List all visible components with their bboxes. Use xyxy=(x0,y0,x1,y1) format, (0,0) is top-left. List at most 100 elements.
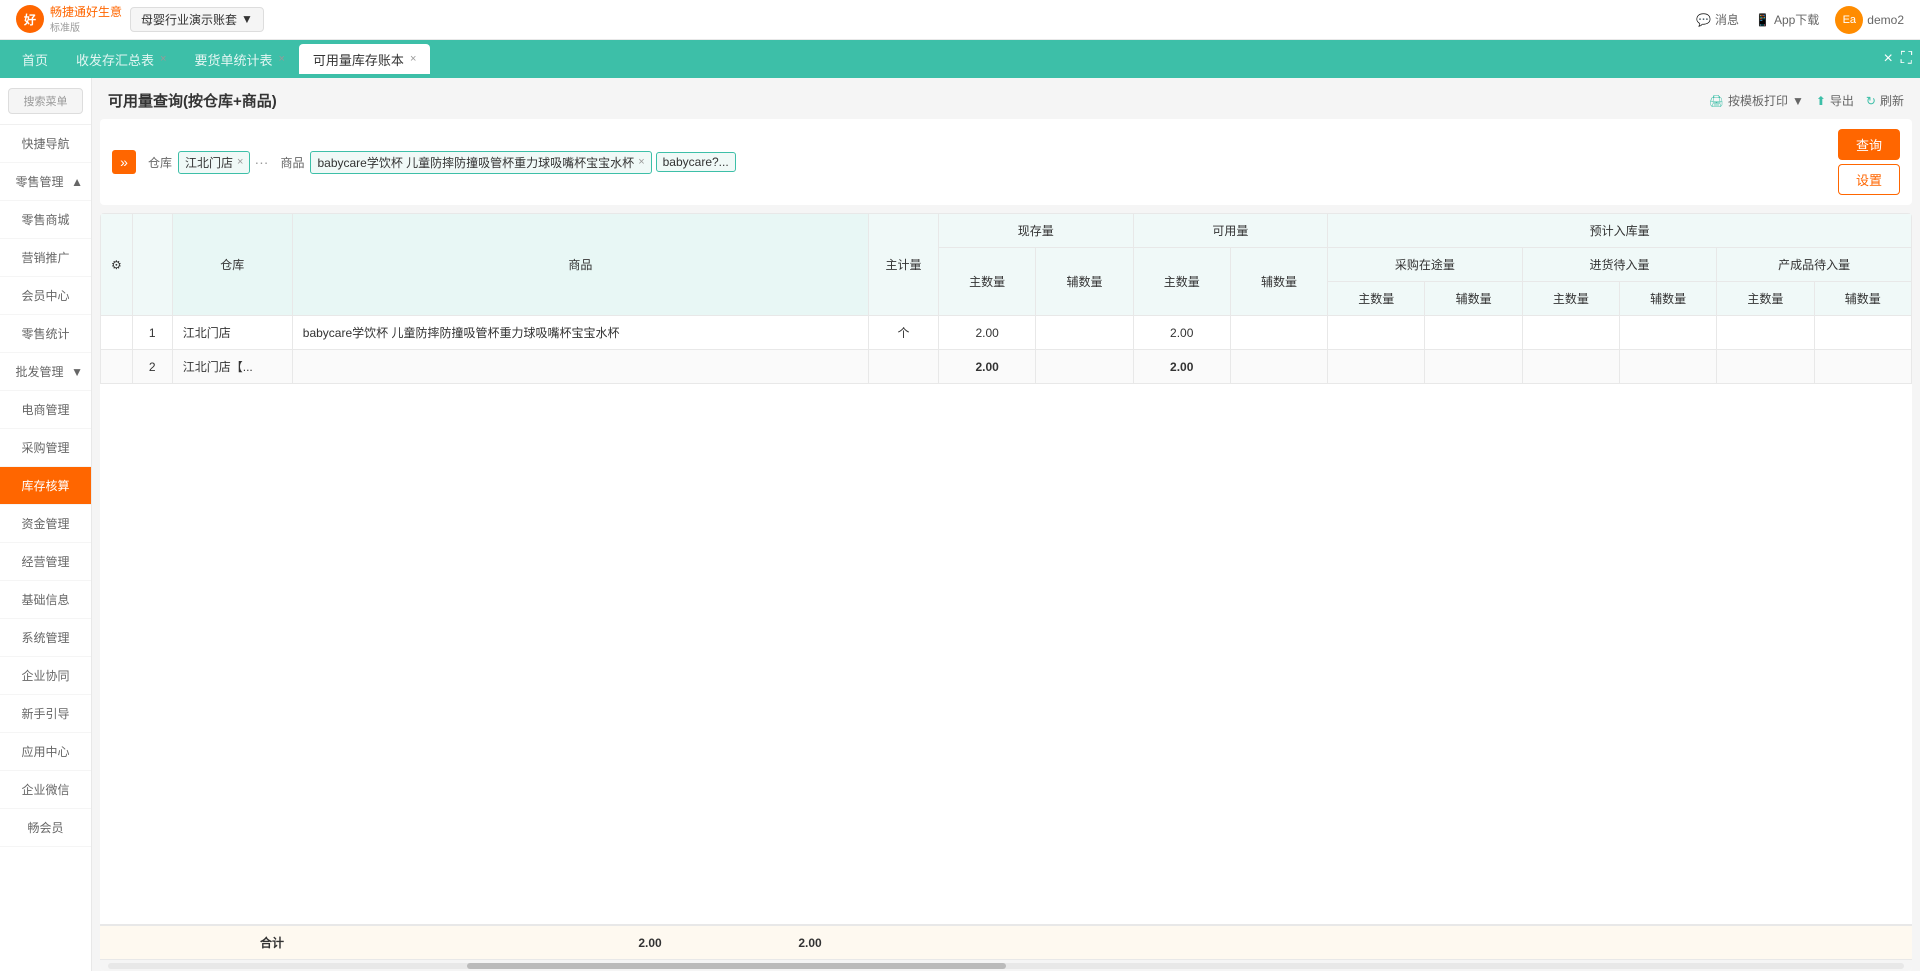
sidebar-quicknav-label: 快捷导航 xyxy=(21,137,69,151)
print-dropdown-icon: ▼ xyxy=(1792,94,1804,108)
sidebar-item-enterprise-coop[interactable]: 企业协同 xyxy=(0,657,91,695)
tab-order-stats[interactable]: 要货单统计表 × xyxy=(180,44,298,74)
sidebar-new-guide-label: 新手引导 xyxy=(21,707,69,721)
sidebar-item-retail-stats[interactable]: 零售统计 xyxy=(0,315,91,353)
top-bar-right: 💬 消息 📱 App下载 Ea demo2 xyxy=(1696,6,1904,34)
sidebar-item-operations[interactable]: 经营管理 xyxy=(0,543,91,581)
message-btn[interactable]: 💬 消息 xyxy=(1696,11,1739,28)
cell-product: babycare学饮杯 儿童防摔防撞吸管杯重力球吸嘴杯宝宝水杯 xyxy=(292,316,868,350)
message-label: 消息 xyxy=(1715,11,1739,28)
logo-text-group: 畅捷通好生意 标准版 xyxy=(50,5,122,34)
sidebar-member-center-label: 会员中心 xyxy=(21,289,69,303)
sidebar-inventory-label: 库存核算 xyxy=(21,479,69,493)
print-label: 按模板打印 xyxy=(1728,92,1788,109)
cell-rowno: 2 xyxy=(132,350,172,384)
main-layout: 搜索菜单 快捷导航 零售管理 ▲ 零售商城 营销推广 会员中心 零售统计 批发管… xyxy=(0,78,1920,971)
th-purchase-main: 主数量 xyxy=(1328,282,1425,316)
cell-rowno: 1 xyxy=(132,316,172,350)
warehouse-tag-jiangbei-close[interactable]: × xyxy=(237,156,243,168)
th-gear[interactable]: ⚙ xyxy=(101,214,133,316)
warehouse-filter-more[interactable]: ··· xyxy=(254,154,268,170)
scrollbar-thumb[interactable] xyxy=(467,963,1006,969)
cell-product xyxy=(292,350,868,384)
scrollbar-area xyxy=(100,959,1912,971)
query-btn[interactable]: 查询 xyxy=(1838,129,1900,160)
settings-btn[interactable]: 设置 xyxy=(1838,164,1900,195)
sidebar-enterprise-wechat-label: 企业微信 xyxy=(21,783,69,797)
filter-expand-btn[interactable]: » xyxy=(112,150,136,174)
tab-available-stock-close[interactable]: × xyxy=(410,53,416,65)
tab-receipt-summary-close[interactable]: × xyxy=(160,53,166,65)
sidebar-item-member-center[interactable]: 会员中心 xyxy=(0,277,91,315)
tab-home[interactable]: 首页 xyxy=(8,44,62,74)
sidebar-item-marketing[interactable]: 营销推广 xyxy=(0,239,91,277)
user-name: demo2 xyxy=(1867,13,1904,27)
tab-available-stock[interactable]: 可用量库存账本 × xyxy=(299,44,430,74)
window-maximize-icon[interactable]: ⛶ xyxy=(1901,50,1912,68)
footer-avail-main: 2.00 xyxy=(770,936,850,950)
sidebar-item-retail-mgmt[interactable]: 零售管理 ▲ xyxy=(0,163,91,201)
th-avail-main: 主数量 xyxy=(1133,248,1230,316)
sidebar-item-retail-mall[interactable]: 零售商城 xyxy=(0,201,91,239)
logo-area: 好 畅捷通好生意 标准版 xyxy=(16,5,122,34)
sidebar-finance-label: 资金管理 xyxy=(21,517,69,531)
sidebar-retail-mgmt-label: 零售管理 xyxy=(8,173,71,190)
tab-actions: × ⛶ xyxy=(1883,50,1912,68)
sidebar-item-purchase[interactable]: 采购管理 xyxy=(0,429,91,467)
export-icon: ⬆ xyxy=(1816,94,1826,108)
th-main-unit: 主计量 xyxy=(869,214,939,316)
sidebar-item-member-vip[interactable]: 畅会员 xyxy=(0,809,91,847)
sidebar-item-basic-info[interactable]: 基础信息 xyxy=(0,581,91,619)
sidebar-retail-mall-label: 零售商城 xyxy=(21,213,69,227)
sidebar-item-ecommerce[interactable]: 电商管理 xyxy=(0,391,91,429)
th-goods-pending-group: 进货待入量 xyxy=(1522,248,1717,282)
user-area[interactable]: Ea demo2 xyxy=(1835,6,1904,34)
table-footer: 合计 2.00 2.00 xyxy=(100,924,1912,959)
app-download-btn[interactable]: 📱 App下载 xyxy=(1755,11,1819,28)
th-stock-aux: 辅数量 xyxy=(1036,248,1133,316)
window-close-icon[interactable]: × xyxy=(1883,50,1892,68)
sidebar-app-center-label: 应用中心 xyxy=(21,745,69,759)
sidebar-item-system-mgmt[interactable]: 系统管理 xyxy=(0,619,91,657)
sidebar-enterprise-coop-label: 企业协同 xyxy=(21,669,69,683)
refresh-label: 刷新 xyxy=(1880,92,1904,109)
sidebar-item-quicknav[interactable]: 快捷导航 xyxy=(0,125,91,163)
cell-stock-aux xyxy=(1036,316,1133,350)
cell-main-unit xyxy=(869,350,939,384)
cell-product-aux xyxy=(1814,350,1911,384)
tab-home-label: 首页 xyxy=(22,50,48,69)
tab-order-stats-close[interactable]: × xyxy=(278,53,284,65)
message-icon: 💬 xyxy=(1696,13,1711,27)
sidebar-item-inventory[interactable]: 库存核算 xyxy=(0,467,91,505)
page-header-actions: 🖨 按模板打印 ▼ ⬆ 导出 ↻ 刷新 xyxy=(1709,92,1904,109)
sidebar-item-wholesale-mgmt[interactable]: 批发管理 ▼ xyxy=(0,353,91,391)
search-menu-btn[interactable]: 搜索菜单 xyxy=(8,88,83,114)
product-filter-label: 商品 xyxy=(280,154,304,171)
th-product: 商品 xyxy=(292,214,868,316)
cell-avail-aux xyxy=(1230,316,1327,350)
cell-avail-main: 2.00 xyxy=(1133,316,1230,350)
industry-selector[interactable]: 母婴行业演示账套 ▼ xyxy=(130,7,264,32)
export-btn[interactable]: ⬆ 导出 xyxy=(1816,92,1854,109)
page-title: 可用量查询(按仓库+商品) xyxy=(108,90,277,111)
sidebar-item-app-center[interactable]: 应用中心 xyxy=(0,733,91,771)
print-btn[interactable]: 🖨 按模板打印 ▼ xyxy=(1709,92,1804,109)
sidebar-item-new-guide[interactable]: 新手引导 xyxy=(0,695,91,733)
cell-purchase-aux xyxy=(1425,350,1522,384)
cell-purchase-main xyxy=(1328,316,1425,350)
footer-stock-main: 2.00 xyxy=(610,936,690,950)
sidebar-purchase-label: 采购管理 xyxy=(21,441,69,455)
cell-purchase-aux xyxy=(1425,316,1522,350)
th-available-group: 可用量 xyxy=(1133,214,1328,248)
cell-stock-main: 2.00 xyxy=(939,350,1036,384)
product-tag-babycare: babycare学饮杯 儿童防摔防撞吸管杯重力球吸嘴杯宝宝水杯 × xyxy=(310,151,651,174)
product-tag-babycare-close[interactable]: × xyxy=(638,156,644,168)
warehouse-filter-label: 仓库 xyxy=(148,154,172,171)
refresh-btn[interactable]: ↻ 刷新 xyxy=(1866,92,1904,109)
th-product-main: 主数量 xyxy=(1717,282,1814,316)
sidebar-item-enterprise-wechat[interactable]: 企业微信 xyxy=(0,771,91,809)
sidebar-wholesale-mgmt-label: 批发管理 xyxy=(8,363,71,380)
tab-receipt-summary[interactable]: 收发存汇总表 × xyxy=(62,44,180,74)
sidebar-item-finance[interactable]: 资金管理 xyxy=(0,505,91,543)
filter-bar: » 仓库 江北门店 × ··· 商品 babycare学饮杯 儿童防摔防撞吸管杯… xyxy=(100,119,1912,205)
